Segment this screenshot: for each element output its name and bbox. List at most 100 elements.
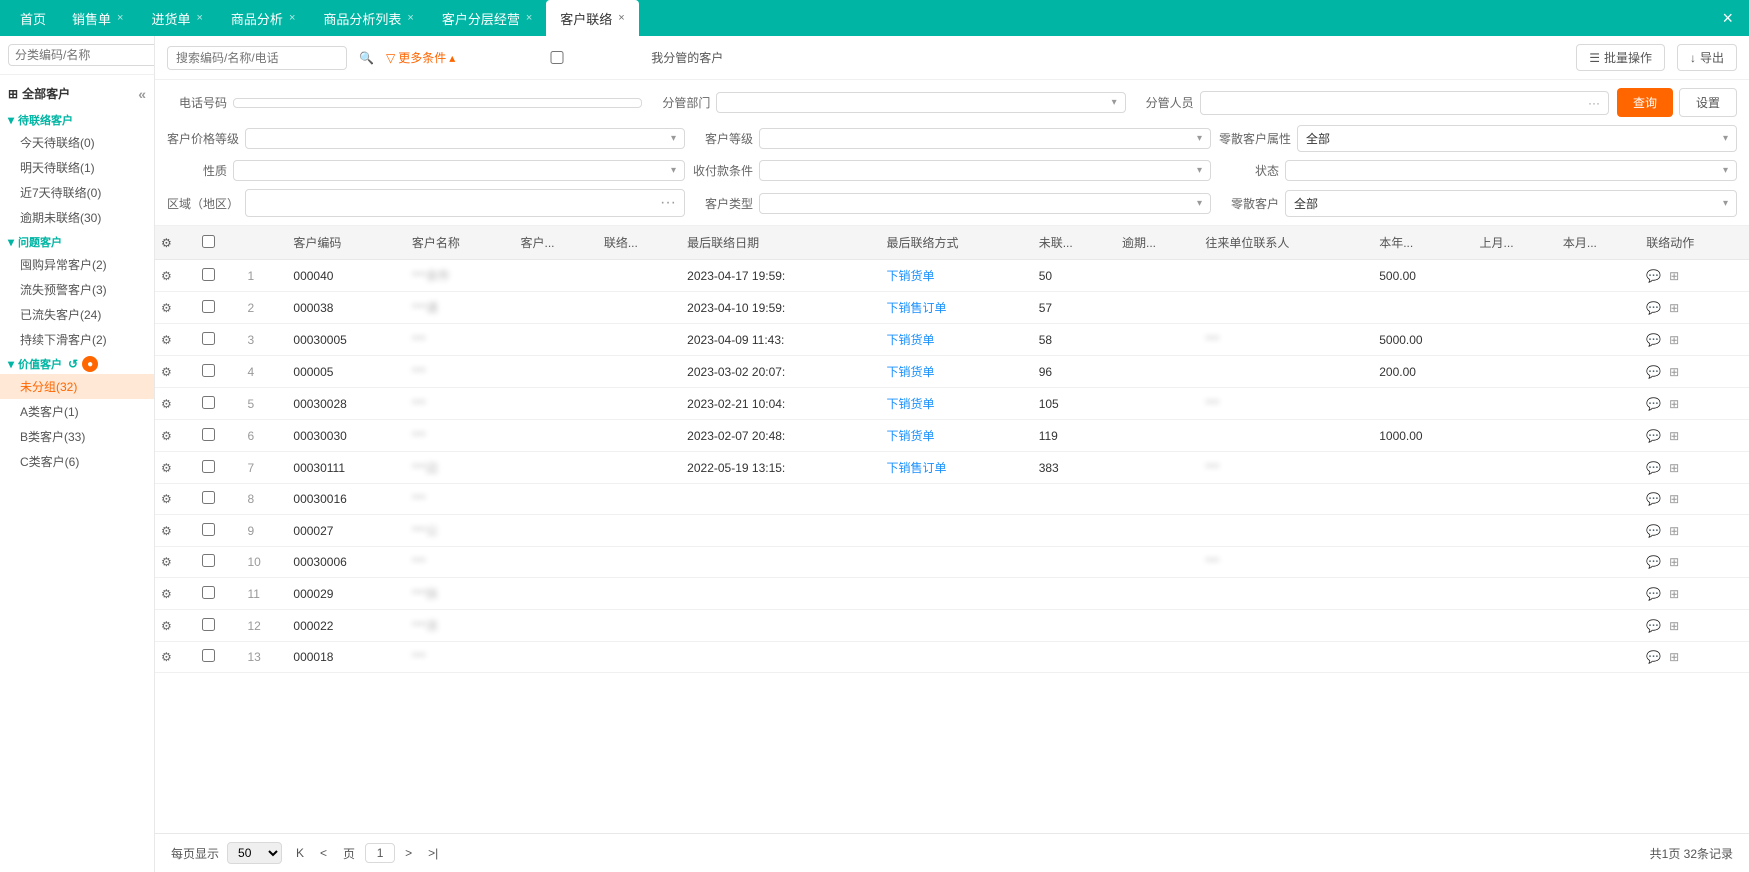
- sidebar-item-ungroup[interactable]: 未分组(32): [0, 374, 154, 399]
- chat-icon[interactable]: 💬: [1646, 492, 1661, 506]
- chat-icon[interactable]: 💬: [1646, 365, 1661, 379]
- expand-icon-value[interactable]: ▾: [8, 357, 14, 371]
- nav-sales[interactable]: 销售单 ×: [58, 0, 137, 36]
- row-gear[interactable]: ⚙: [155, 642, 196, 673]
- row-checkbox[interactable]: [202, 428, 215, 441]
- col-overdue[interactable]: 逾期...: [1116, 226, 1199, 260]
- close-sales-icon[interactable]: ×: [117, 12, 123, 24]
- reset-button[interactable]: 设置: [1679, 88, 1737, 117]
- row-check[interactable]: [196, 547, 241, 578]
- sidebar-item-overdue[interactable]: 逾期未联络(30): [0, 205, 154, 230]
- row-check[interactable]: [196, 642, 241, 673]
- scatter-customer-select[interactable]: 全部 ▾: [1285, 190, 1737, 217]
- status-select[interactable]: ▾: [1285, 160, 1737, 181]
- row-checkbox[interactable]: [202, 396, 215, 409]
- col-last-way[interactable]: 最后联络方式: [881, 226, 1033, 260]
- row-check[interactable]: [196, 420, 241, 452]
- sidebar-item-7days[interactable]: 近7天待联络(0): [0, 180, 154, 205]
- expand-icon-pending[interactable]: ▾: [8, 113, 14, 127]
- row-gear[interactable]: ⚙: [155, 452, 196, 484]
- sidebar-item-b-class[interactable]: B类客户(33): [0, 424, 154, 449]
- chat-icon[interactable]: 💬: [1646, 397, 1661, 411]
- close-customer-layer-icon[interactable]: ×: [526, 12, 532, 24]
- row-gear[interactable]: ⚙: [155, 578, 196, 610]
- col-last-month[interactable]: 上月...: [1474, 226, 1557, 260]
- chat-icon[interactable]: 💬: [1646, 524, 1661, 538]
- my-customers-checkbox[interactable]: 我分管的客户: [467, 49, 723, 66]
- row-check[interactable]: [196, 484, 241, 515]
- nav-home[interactable]: 首页: [8, 0, 58, 36]
- row-gear[interactable]: ⚙: [155, 420, 196, 452]
- window-close-button[interactable]: ×: [1714, 8, 1741, 29]
- grid-action-icon[interactable]: ⊞: [1669, 555, 1679, 569]
- close-product-analysis-icon[interactable]: ×: [289, 12, 295, 24]
- grid-action-icon[interactable]: ⊞: [1669, 333, 1679, 347]
- sidebar-item-abnormal[interactable]: 囤购异常客户(2): [0, 252, 154, 277]
- row-gear[interactable]: ⚙: [155, 292, 196, 324]
- row-gear[interactable]: ⚙: [155, 324, 196, 356]
- region-more-icon[interactable]: ···: [660, 194, 676, 212]
- grid-action-icon[interactable]: ⊞: [1669, 650, 1679, 664]
- last-way-link[interactable]: 下销货单: [887, 397, 935, 411]
- batch-op-button[interactable]: ☰ 批量操作: [1576, 44, 1665, 71]
- row-checkbox[interactable]: [202, 618, 215, 631]
- chat-icon[interactable]: 💬: [1646, 619, 1661, 633]
- nav-product-list[interactable]: 商品分析列表 ×: [309, 0, 427, 36]
- col-not-contact[interactable]: 未联...: [1033, 226, 1116, 260]
- row-checkbox[interactable]: [202, 300, 215, 313]
- grid-action-icon[interactable]: ⊞: [1669, 492, 1679, 506]
- last-way-link[interactable]: 下销售订单: [887, 301, 947, 315]
- my-customers-check[interactable]: [467, 51, 647, 64]
- col-code[interactable]: 客户编码: [287, 226, 405, 260]
- search-input[interactable]: [167, 46, 347, 70]
- grid-action-icon[interactable]: ⊞: [1669, 461, 1679, 475]
- person-more-icon[interactable]: ···: [1588, 96, 1600, 110]
- chat-icon[interactable]: 💬: [1646, 461, 1661, 475]
- grid-action-icon[interactable]: ⊞: [1669, 619, 1679, 633]
- close-customer-contact-icon[interactable]: ×: [618, 12, 624, 24]
- nav-customer-layer[interactable]: 客户分层经营 ×: [428, 0, 546, 36]
- row-gear[interactable]: ⚙: [155, 515, 196, 547]
- sidebar-search-input[interactable]: [8, 44, 155, 66]
- sidebar-item-churn-warning[interactable]: 流失预警客户(3): [0, 277, 154, 302]
- row-checkbox[interactable]: [202, 586, 215, 599]
- last-way-link[interactable]: 下销货单: [887, 429, 935, 443]
- select-all-checkbox[interactable]: [202, 235, 215, 248]
- more-conditions-button[interactable]: ▽ 更多条件 ▴: [386, 49, 455, 66]
- col-contact-person[interactable]: 往来单位联系人: [1199, 226, 1373, 260]
- region-select[interactable]: ···: [245, 189, 685, 217]
- chat-icon[interactable]: 💬: [1646, 555, 1661, 569]
- col-action[interactable]: 联络动作: [1640, 226, 1749, 260]
- search-button[interactable]: 🔍: [359, 51, 374, 65]
- row-check[interactable]: [196, 260, 241, 292]
- row-gear[interactable]: ⚙: [155, 610, 196, 642]
- sidebar-item-churned[interactable]: 已流失客户(24): [0, 302, 154, 327]
- grid-action-icon[interactable]: ⊞: [1669, 524, 1679, 538]
- col-contact[interactable]: 联络...: [598, 226, 681, 260]
- last-way-link[interactable]: 下销货单: [887, 365, 935, 379]
- last-way-link[interactable]: 下销售订单: [887, 461, 947, 475]
- row-checkbox[interactable]: [202, 491, 215, 504]
- grid-action-icon[interactable]: ⊞: [1669, 301, 1679, 315]
- col-check[interactable]: [196, 226, 241, 260]
- row-checkbox[interactable]: [202, 364, 215, 377]
- row-check[interactable]: [196, 578, 241, 610]
- row-check[interactable]: [196, 610, 241, 642]
- export-button[interactable]: ↓ 导出: [1677, 44, 1737, 71]
- expand-icon-problem[interactable]: ▾: [8, 235, 14, 249]
- nav-purchase[interactable]: 进货单 ×: [137, 0, 216, 36]
- dept-select[interactable]: ▾: [716, 92, 1125, 113]
- customer-level-select[interactable]: ▾: [759, 128, 1211, 149]
- value-refresh-icon[interactable]: ↺: [68, 357, 78, 371]
- row-checkbox[interactable]: [202, 332, 215, 345]
- phone-input[interactable]: [233, 98, 642, 108]
- payment-select[interactable]: ▾: [759, 160, 1211, 181]
- row-gear[interactable]: ⚙: [155, 356, 196, 388]
- grid-action-icon[interactable]: ⊞: [1669, 397, 1679, 411]
- price-level-select[interactable]: ▾: [245, 128, 685, 149]
- row-gear[interactable]: ⚙: [155, 484, 196, 515]
- next-page-btn[interactable]: >: [399, 844, 418, 862]
- chat-icon[interactable]: 💬: [1646, 650, 1661, 664]
- all-customers-item[interactable]: ⊞ 全部客户 «: [0, 79, 154, 108]
- col-last-date[interactable]: 最后联络日期: [681, 226, 880, 260]
